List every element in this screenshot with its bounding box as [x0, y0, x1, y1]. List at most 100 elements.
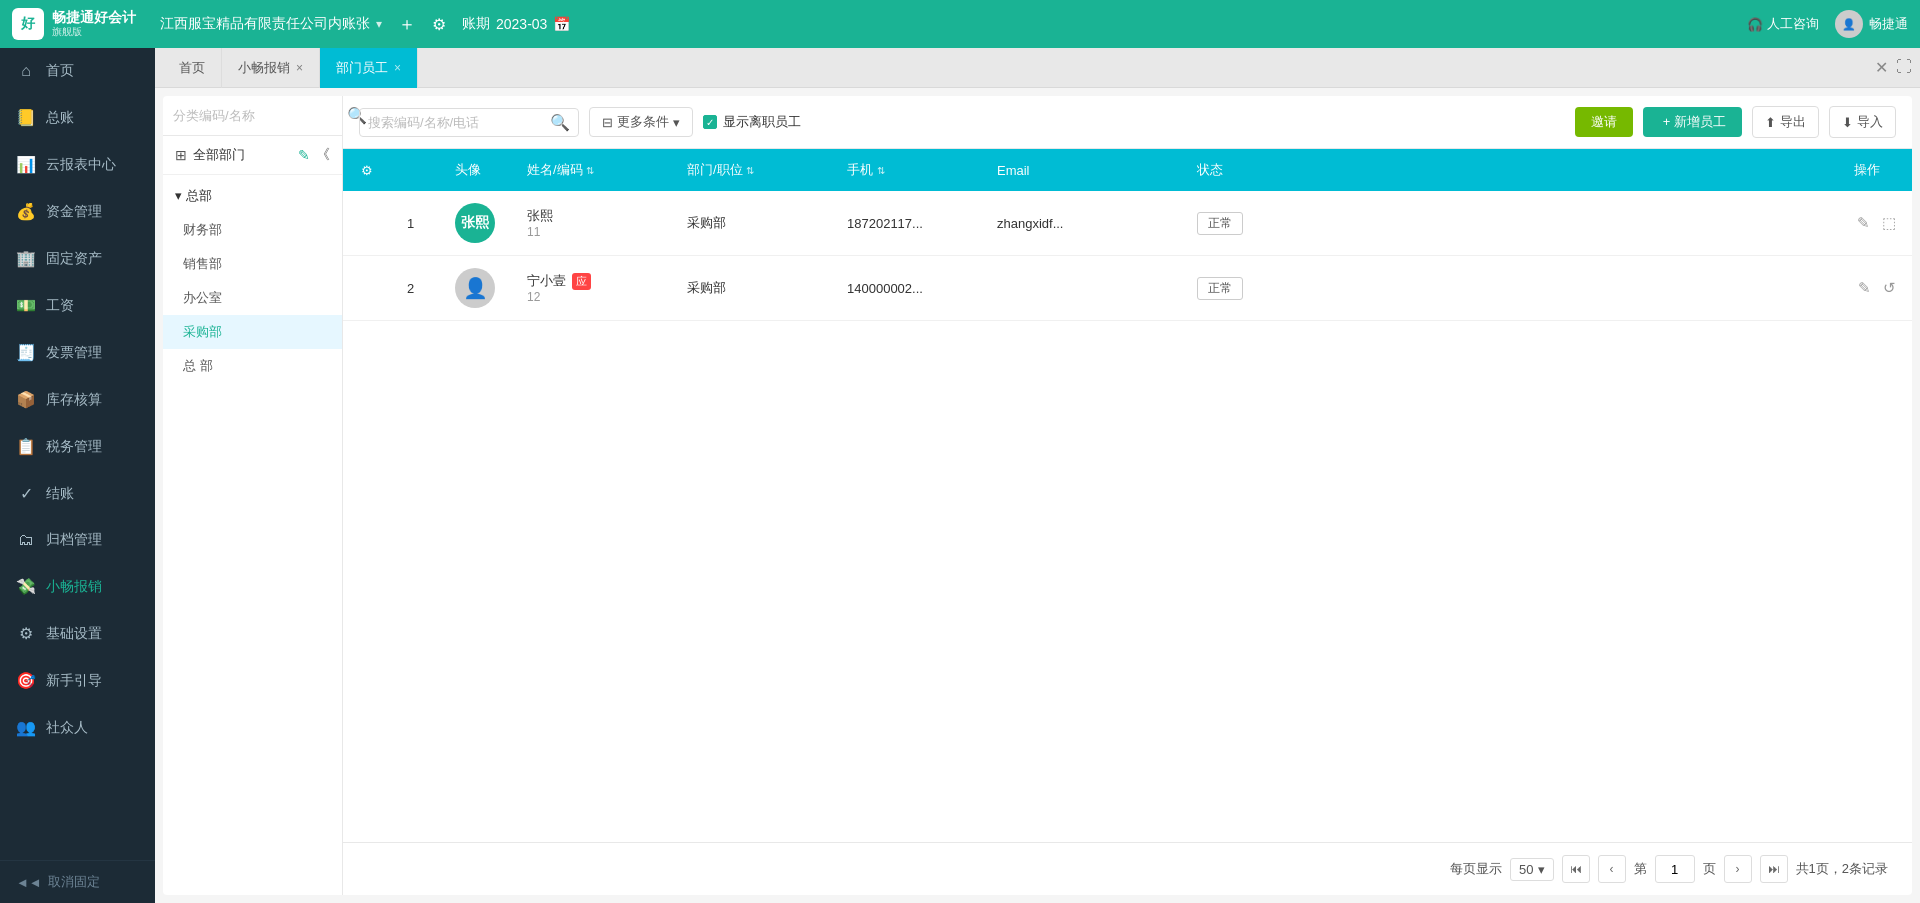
next-page-button[interactable]: › — [1724, 855, 1752, 883]
col-name-sort-icon: ⇅ — [586, 165, 594, 176]
sidebar-item-home[interactable]: ⌂ 首页 — [0, 48, 155, 94]
import-button[interactable]: ⬇ 导入 — [1829, 106, 1896, 138]
dept-node-office[interactable]: 办公室 — [163, 281, 342, 315]
add-company-icon[interactable]: ＋ — [398, 12, 416, 36]
sidebar-item-social[interactable]: 👥 社众人 — [0, 704, 155, 751]
company-selector[interactable]: 江西服宝精品有限责任公司内账张 ▾ — [160, 15, 382, 33]
dept-search-input[interactable] — [173, 108, 341, 123]
add-employee-button[interactable]: + 新增员工 — [1643, 107, 1742, 137]
emp-search-box: 🔍 — [359, 108, 579, 137]
sidebar-item-salary[interactable]: 💵 工资 — [0, 282, 155, 329]
sidebar-item-guide[interactable]: 🎯 新手引导 — [0, 657, 155, 704]
sidebar-item-assets[interactable]: 🏢 固定资产 — [0, 235, 155, 282]
tab-dept-emp[interactable]: 部门员工 × — [320, 48, 418, 88]
emp-search-icon[interactable]: 🔍 — [550, 113, 570, 132]
last-page-button[interactable]: ⏭ — [1760, 855, 1788, 883]
export-button[interactable]: ⬆ 导出 — [1752, 106, 1819, 138]
dept-node-label: 财务部 — [183, 222, 222, 237]
avatar: 👤 — [455, 268, 495, 308]
dept-node-zongbu-group[interactable]: ▾ 总部 — [163, 179, 342, 213]
page-content: 🔍 ⊞ 全部部门 ✎ 《 ▾ 总部 财务部 — [163, 96, 1912, 895]
social-icon: 👥 — [16, 718, 36, 737]
sidebar-item-closing[interactable]: ✓ 结账 — [0, 470, 155, 517]
dept-node-sales[interactable]: 销售部 — [163, 247, 342, 281]
col-phone-sort-icon: ⇅ — [877, 165, 885, 176]
dept-node-headquarters[interactable]: 总 部 — [163, 349, 342, 383]
refresh-icon[interactable]: ↺ — [1883, 279, 1896, 297]
sidebar-item-invoice[interactable]: 🧾 发票管理 — [0, 329, 155, 376]
row2-dept: 采购部 — [671, 256, 831, 321]
col-dept[interactable]: 部门/职位 ⇅ — [671, 149, 831, 191]
table-row: 1 张熙 张熙 11 采购部 — [343, 191, 1912, 256]
avatar: 👤 — [1835, 10, 1863, 38]
settings-icon[interactable]: ⚙ — [432, 15, 446, 34]
logo-icon: 好 — [12, 8, 44, 40]
invite-button[interactable]: 邀请 — [1575, 107, 1633, 137]
col-email: Email — [981, 149, 1181, 191]
col-phone[interactable]: 手机 ⇅ — [831, 149, 981, 191]
row2-email — [981, 256, 1181, 321]
dept-node-finance[interactable]: 财务部 — [163, 213, 342, 247]
sidebar-item-archive[interactable]: 🗂 归档管理 — [0, 517, 155, 563]
col-dept-sort-icon: ⇅ — [746, 165, 754, 176]
sidebar-item-ledger[interactable]: 📒 总账 — [0, 94, 155, 141]
col-status: 状态 — [1181, 149, 1301, 191]
sidebar-item-label: 工资 — [46, 297, 74, 315]
sidebar-item-tax[interactable]: 📋 税务管理 — [0, 423, 155, 470]
edit-dept-icon[interactable]: ✎ — [298, 147, 310, 163]
emp-search-input[interactable] — [368, 115, 544, 130]
sidebar-item-label: 资金管理 — [46, 203, 102, 221]
collapse-icon[interactable]: 《 — [316, 146, 330, 164]
tab-dept-emp-close-icon[interactable]: × — [394, 61, 401, 75]
page-input[interactable] — [1655, 855, 1695, 883]
edit-icon[interactable]: ✎ — [1858, 279, 1871, 297]
company-dropdown-icon: ▾ — [376, 17, 382, 31]
sidebar-item-expense[interactable]: 💸 小畅报销 — [0, 563, 155, 610]
sidebar-item-label: 发票管理 — [46, 344, 102, 362]
app-sub: 旗舰版 — [52, 25, 136, 39]
reports-icon: 📊 — [16, 155, 36, 174]
export-icon: ⬆ — [1765, 115, 1776, 130]
logo: 好 畅捷通好会计 旗舰版 — [12, 8, 152, 40]
close-tab-icon[interactable]: ✕ — [1875, 58, 1888, 77]
total-label: 共1页，2条记录 — [1796, 860, 1888, 878]
tab-expense[interactable]: 小畅报销 × — [222, 48, 320, 88]
filter-icon: ⊟ — [602, 115, 613, 130]
headset-icon: 🎧 — [1747, 17, 1763, 32]
calendar-icon: 📅 — [553, 16, 570, 32]
period-selector[interactable]: 账期 2023-03 📅 — [462, 15, 570, 33]
filter-label: 更多条件 — [617, 113, 669, 131]
top-right-area: 🎧 人工咨询 👤 畅捷通 — [1747, 10, 1908, 38]
sidebar-item-inventory[interactable]: 📦 库存核算 — [0, 376, 155, 423]
support-btn[interactable]: 🎧 人工咨询 — [1747, 15, 1819, 33]
sidebar-item-label: 新手引导 — [46, 672, 102, 690]
tab-expense-close-icon[interactable]: × — [296, 61, 303, 75]
filter-button[interactable]: ⊟ 更多条件 ▾ — [589, 107, 693, 137]
logout-icon[interactable]: ⬚ — [1882, 214, 1896, 232]
tab-home[interactable]: 首页 — [163, 48, 222, 88]
sidebar-item-funds[interactable]: 💰 资金管理 — [0, 188, 155, 235]
col-settings[interactable]: ⚙ — [343, 149, 391, 191]
col-name[interactable]: 姓名/编码 ⇅ — [511, 149, 671, 191]
expand-icon[interactable]: ⛶ — [1896, 58, 1912, 77]
checkbox-icon: ✓ — [703, 115, 717, 129]
export-label: 导出 — [1780, 113, 1806, 131]
row1-dept: 采购部 — [671, 191, 831, 256]
sidebar-item-basic-settings[interactable]: ⚙ 基础设置 — [0, 610, 155, 657]
emp-table: ⚙ 头像 姓名/编码 ⇅ 部门/职位 ⇅ — [343, 149, 1912, 842]
logo-text-group: 畅捷通好会计 旗舰版 — [52, 9, 136, 40]
prev-page-button[interactable]: ‹ — [1598, 855, 1626, 883]
show-left-checkbox[interactable]: ✓ 显示离职员工 — [703, 113, 801, 131]
all-dept-row[interactable]: ⊞ 全部部门 ✎ 《 — [163, 136, 342, 175]
sidebar-item-reports[interactable]: 📊 云报表中心 — [0, 141, 155, 188]
unpin-button[interactable]: ◄◄ 取消固定 — [0, 860, 155, 903]
dept-node-purchase[interactable]: 采购部 — [163, 315, 342, 349]
per-page-select[interactable]: 50 ▾ — [1510, 858, 1553, 881]
emp-code: 12 — [527, 290, 655, 304]
first-page-button[interactable]: ⏮ — [1562, 855, 1590, 883]
user-area[interactable]: 👤 畅捷通 — [1835, 10, 1908, 38]
closing-icon: ✓ — [16, 484, 36, 503]
edit-icon[interactable]: ✎ — [1857, 214, 1870, 232]
row2-name: 宁小壹 应 12 — [511, 256, 671, 321]
sidebar-item-label: 基础设置 — [46, 625, 102, 643]
